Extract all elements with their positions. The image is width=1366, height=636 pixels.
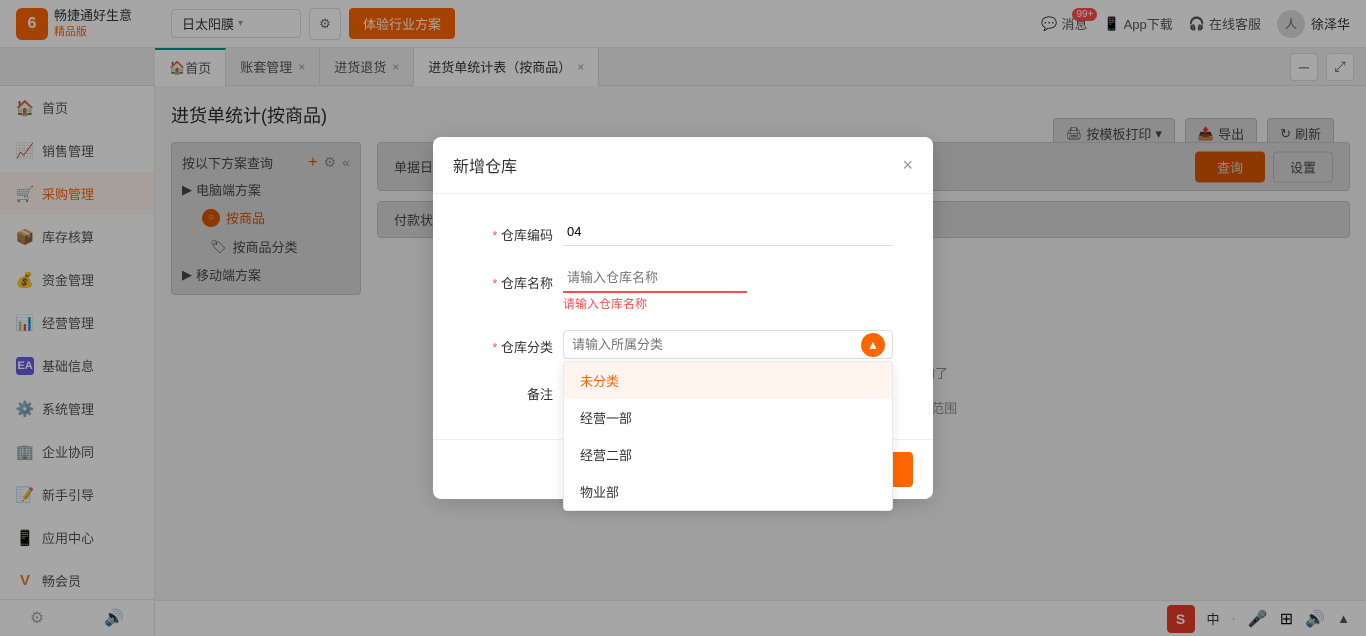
- name-error-msg: 请输入仓库名称: [563, 297, 647, 311]
- modal-header: 新增仓库 ×: [433, 137, 933, 194]
- modal-new-warehouse: 新增仓库 × 仓库编码 仓库名称 请输入仓库名称: [433, 137, 933, 499]
- modal-overlay: 新增仓库 × 仓库编码 仓库名称 请输入仓库名称: [0, 0, 1366, 636]
- code-label: 仓库编码: [473, 218, 563, 244]
- dropdown-option-op2[interactable]: 经营二部: [564, 436, 892, 473]
- dropdown-option-op1[interactable]: 经营一部: [564, 399, 892, 436]
- form-row-code: 仓库编码: [473, 218, 893, 246]
- dropdown-option-none[interactable]: 未分类: [564, 362, 892, 399]
- form-row-name: 仓库名称 请输入仓库名称: [473, 264, 893, 312]
- note-label: 备注: [473, 377, 563, 403]
- category-label: 仓库分类: [473, 330, 563, 356]
- form-row-name-inner: 仓库名称: [473, 264, 893, 293]
- modal-close-btn[interactable]: ×: [902, 155, 913, 176]
- category-field-wrap: ▲ 未分类 经营一部 经营二部 物业部: [563, 330, 893, 359]
- dropdown-option-op3[interactable]: 物业部: [564, 473, 892, 510]
- category-dropdown-list: 未分类 经营一部 经营二部 物业部: [563, 361, 893, 511]
- form-row-category: 仓库分类 ▲ 未分类 经营一部 经营二部 物业部: [473, 330, 893, 359]
- name-input[interactable]: [563, 264, 747, 293]
- name-label: 仓库名称: [473, 266, 563, 292]
- dropdown-arrow-btn[interactable]: ▲: [861, 333, 885, 357]
- code-input[interactable]: [563, 218, 893, 246]
- modal-body: 仓库编码 仓库名称 请输入仓库名称 仓库分类: [433, 194, 933, 439]
- name-error-wrap: 请输入仓库名称: [473, 295, 893, 312]
- category-input[interactable]: [563, 330, 893, 359]
- modal-title: 新增仓库: [453, 153, 517, 177]
- name-field-wrap: [563, 264, 893, 293]
